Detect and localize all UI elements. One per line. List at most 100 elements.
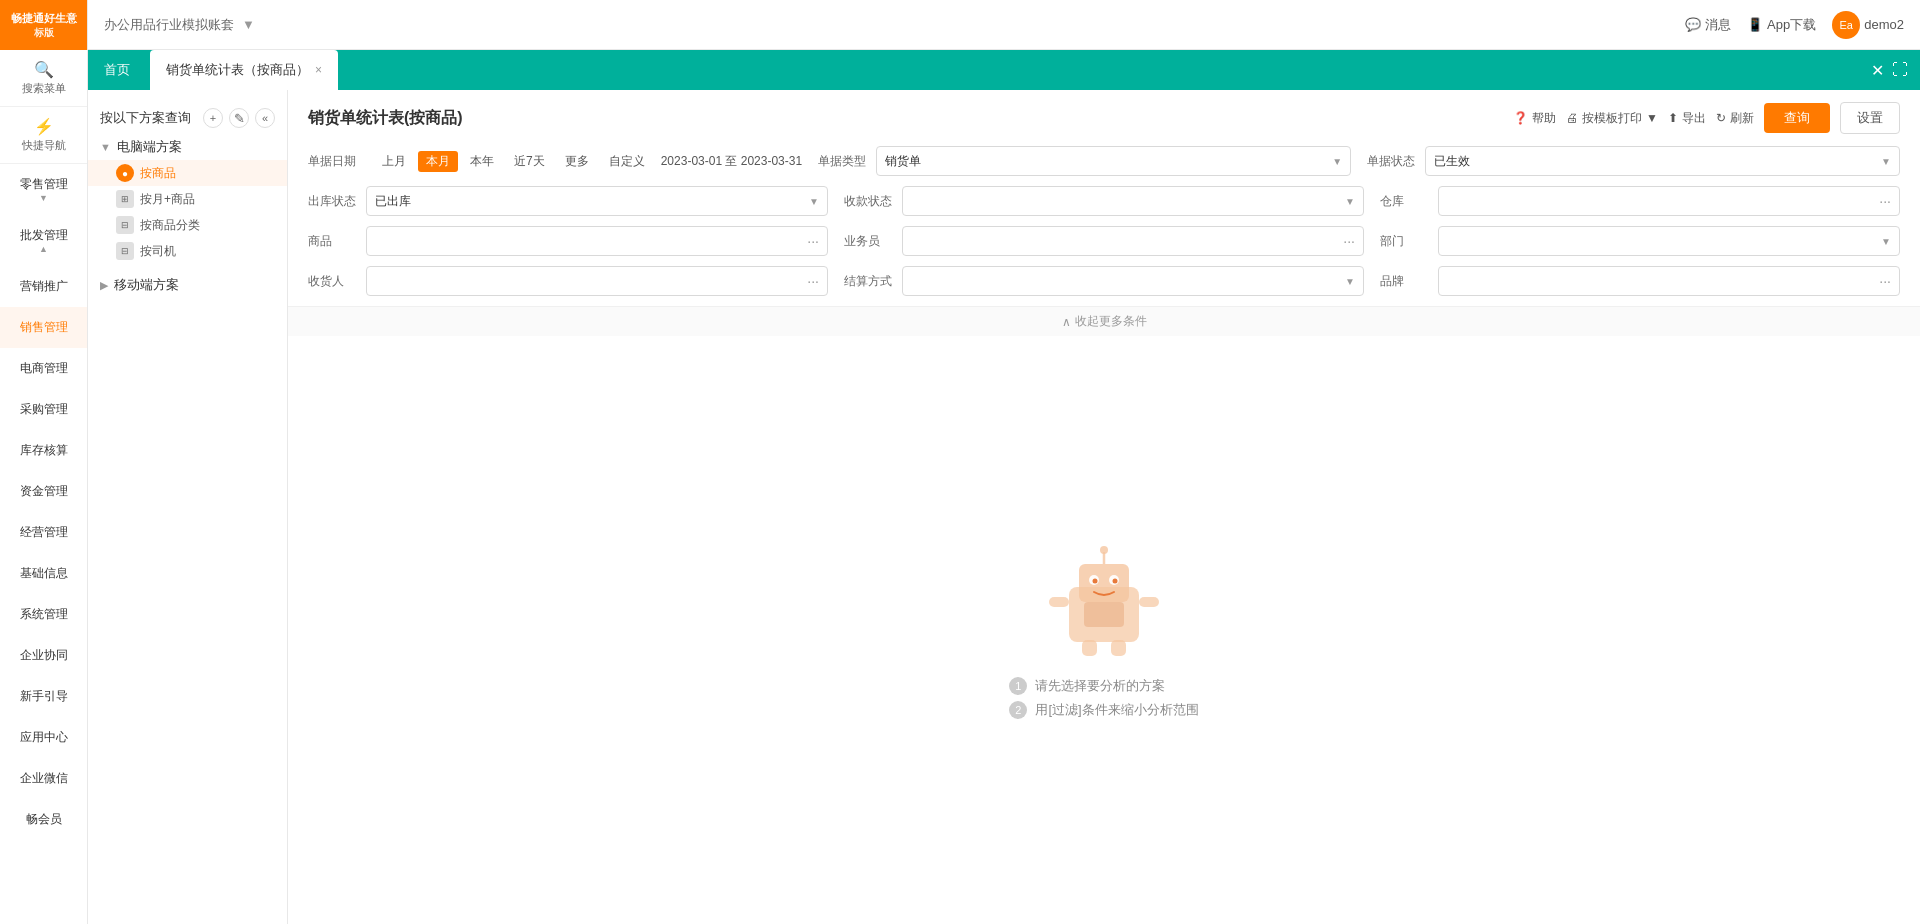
receipt-status-dropdown[interactable]: ▼ (902, 186, 1364, 216)
topbar-left: 办公用品行业模拟账套 ▼ (104, 16, 255, 34)
user-area[interactable]: Ea demo2 (1832, 11, 1904, 39)
query-button[interactable]: 查询 (1764, 103, 1830, 133)
filter-wrapper: 销货单统计表(按商品) ❓ 帮助 🖨 按模板打印 ▼ (288, 90, 1920, 296)
sidebar-item-sales[interactable]: 销售管理 (0, 307, 87, 348)
sidebar-item-purchase[interactable]: 采购管理 (0, 389, 87, 430)
sidebar-item-operations[interactable]: 经营管理 (0, 512, 87, 553)
empty-illustration (1044, 542, 1164, 665)
payment-caret: ▼ (1345, 276, 1355, 287)
sku-icon: ⊟ (116, 242, 134, 260)
product-input[interactable]: ··· (366, 226, 828, 256)
doc-status-dropdown[interactable]: 已生效 ▼ (1425, 146, 1900, 176)
sidebar-item-ecommerce[interactable]: 电商管理 (0, 348, 87, 389)
date-tab-this-month[interactable]: 本月 (418, 151, 458, 172)
filter-receipt-status: 收款状态 ▼ (844, 186, 1364, 216)
svg-point-11 (1100, 546, 1108, 554)
recipient-input[interactable]: ··· (366, 266, 828, 296)
tree-item-by-product[interactable]: ● 按商品 (88, 160, 287, 186)
department-label: 部门 (1380, 233, 1430, 250)
department-dropdown[interactable]: ▼ (1438, 226, 1900, 256)
help-btn[interactable]: ❓ 帮助 (1513, 110, 1556, 127)
export-btn[interactable]: ⬆ 导出 (1668, 110, 1706, 127)
date-tab-7days[interactable]: 近7天 (506, 151, 553, 172)
sidebar-item-retail[interactable]: 零售管理 ▼ (0, 164, 87, 215)
tree-mobile-section[interactable]: ▶ 移动端方案 (88, 272, 287, 298)
salesperson-input[interactable]: ··· (902, 226, 1364, 256)
sidebar-item-marketing[interactable]: 营销推广 (0, 266, 87, 307)
page-actions: ❓ 帮助 🖨 按模板打印 ▼ ⬆ 导出 (1513, 102, 1900, 134)
tab-close-btn[interactable]: × (315, 63, 322, 77)
tab-close-window-btn[interactable]: ✕ (1871, 61, 1884, 80)
collapse-panel-btn[interactable]: « (255, 108, 275, 128)
filter-salesperson: 业务员 ··· (844, 226, 1364, 256)
app-download-btn[interactable]: 📱 App下载 (1747, 16, 1816, 34)
filter-section: 销货单统计表(按商品) ❓ 帮助 🖨 按模板打印 ▼ (288, 90, 1920, 336)
recipient-dots[interactable]: ··· (807, 273, 819, 289)
payment-dropdown[interactable]: ▼ (902, 266, 1364, 296)
print-btn[interactable]: 🖨 按模板打印 ▼ (1566, 110, 1658, 127)
sidebar-item-member[interactable]: 畅会员 (0, 799, 87, 840)
add-scheme-btn[interactable]: + (203, 108, 223, 128)
out-status-label: 出库状态 (308, 193, 358, 210)
filter-date: 单据日期 上月 本月 本年 近7天 更多 自定义 2023-03-01 至 20… (308, 151, 802, 172)
edit-scheme-btn[interactable]: ✎ (229, 108, 249, 128)
page-title: 销货单统计表(按商品) (308, 108, 463, 129)
empty-tip-1: 1 请先选择要分析的方案 (1009, 677, 1198, 695)
tree-item-by-month-product[interactable]: ⊞ 按月+商品 (88, 186, 287, 212)
tree-item-label-3: 按司机 (140, 243, 176, 260)
content-area: 按以下方案查询 + ✎ « ▼ 电脑端方案 ● 按商品 ⊞ 按月+商品 ⊟ (88, 90, 1920, 924)
sidebar-item-system[interactable]: 系统管理 (0, 594, 87, 635)
out-status-caret: ▼ (809, 196, 819, 207)
sidebar-item-apps[interactable]: 应用中心 (0, 717, 87, 758)
out-status-dropdown[interactable]: 已出库 ▼ (366, 186, 828, 216)
app-logo[interactable]: 畅捷通好生意 标版 (0, 0, 87, 50)
sidebar-item-newbie[interactable]: 新手引导 (0, 676, 87, 717)
tab-maximize-btn[interactable]: ⛶ (1892, 61, 1908, 79)
filter-row-1: 单据日期 上月 本月 本年 近7天 更多 自定义 2023-03-01 至 20… (308, 146, 1900, 176)
tree-desktop-section[interactable]: ▼ 电脑端方案 (88, 134, 287, 160)
tree-item-by-sku[interactable]: ⊟ 按司机 (88, 238, 287, 264)
doc-type-caret: ▼ (1332, 156, 1342, 167)
search-menu-item[interactable]: 🔍 搜索菜单 (0, 50, 87, 107)
sidebar-item-enterprise[interactable]: 企业协同 (0, 635, 87, 676)
warehouse-dots[interactable]: ··· (1879, 193, 1891, 209)
sidebar-item-basic[interactable]: 基础信息 (0, 553, 87, 594)
product-dots[interactable]: ··· (807, 233, 819, 249)
tree-item-label-0: 按商品 (140, 165, 176, 182)
date-tab-more[interactable]: 更多 (557, 151, 597, 172)
tab-home[interactable]: 首页 (88, 50, 146, 90)
mobile-section-label: 移动端方案 (114, 276, 179, 294)
svg-point-4 (1093, 578, 1098, 583)
filter-recipient: 收货人 ··· (308, 266, 828, 296)
sidebar-item-finance[interactable]: 资金管理 (0, 471, 87, 512)
sidebar-item-wechat[interactable]: 企业微信 (0, 758, 87, 799)
date-tab-last-month[interactable]: 上月 (374, 151, 414, 172)
search-label: 搜索菜单 (0, 81, 87, 96)
date-tab-this-year[interactable]: 本年 (462, 151, 502, 172)
quick-nav-item[interactable]: ⚡ 快捷导航 (0, 107, 87, 164)
logo-text: 畅捷通好生意 标版 (11, 11, 77, 38)
messages-btn[interactable]: 💬 消息 (1685, 16, 1731, 34)
salesperson-dots[interactable]: ··· (1343, 233, 1355, 249)
brand-dots[interactable]: ··· (1879, 273, 1891, 289)
tip-text-1: 请先选择要分析的方案 (1035, 677, 1165, 695)
tabbar: 首页 销货单统计表（按商品） × ✕ ⛶ (88, 50, 1920, 90)
dropdown-icon[interactable]: ▼ (242, 17, 255, 32)
tabbar-right: ✕ ⛶ (1871, 61, 1920, 80)
tab-active[interactable]: 销货单统计表（按商品） × (150, 50, 338, 90)
warehouse-input[interactable]: ··· (1438, 186, 1900, 216)
brand-input[interactable]: ··· (1438, 266, 1900, 296)
doc-type-dropdown[interactable]: 销货单 ▼ (876, 146, 1351, 176)
date-tab-custom[interactable]: 自定义 (601, 151, 653, 172)
left-panel-title: 按以下方案查询 (100, 109, 191, 127)
sidebar-item-wholesale[interactable]: 批发管理 ▲ (0, 215, 87, 266)
print-dropdown-icon: ▼ (1646, 111, 1658, 125)
sidebar-item-inventory[interactable]: 库存核算 (0, 430, 87, 471)
tree-item-by-category[interactable]: ⊟ 按商品分类 (88, 212, 287, 238)
collapse-bar[interactable]: ∧ 收起更多条件 (288, 306, 1920, 336)
svg-rect-12 (1084, 602, 1124, 627)
refresh-btn[interactable]: ↻ 刷新 (1716, 110, 1754, 127)
empty-tip-2: 2 用[过滤]条件来缩小分析范围 (1009, 701, 1198, 719)
svg-rect-1 (1079, 564, 1129, 602)
settings-button[interactable]: 设置 (1840, 102, 1900, 134)
